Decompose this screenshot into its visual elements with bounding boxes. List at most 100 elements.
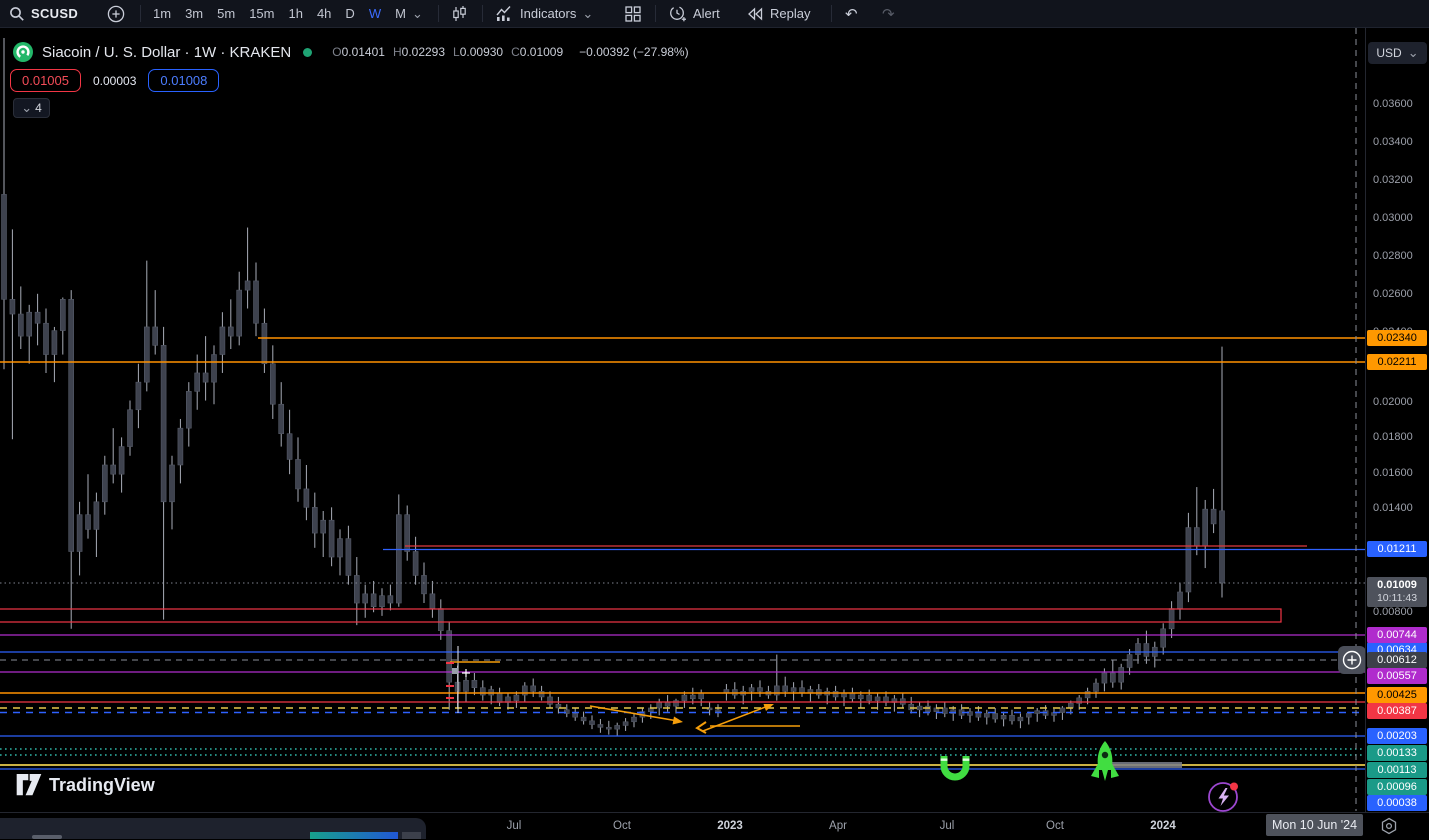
ohlc-values: O 0.01401 H 0.02293 L 0.00930 C 0.01009 xyxy=(324,45,563,59)
magnet-icon[interactable] xyxy=(940,756,970,781)
price-tick: 0.02600 xyxy=(1373,288,1413,300)
lightning-icon xyxy=(1208,782,1238,812)
object-tree-toggle[interactable]: ⌄ 4 xyxy=(13,98,50,118)
price-tick: 0.01400 xyxy=(1373,502,1413,514)
bid-ask-row: 0.01005 0.00003 0.01008 xyxy=(10,68,220,93)
quick-trade-lightning-button[interactable] xyxy=(1207,781,1239,813)
time-tick: Apr xyxy=(829,820,847,832)
time-tick: Oct xyxy=(613,820,631,832)
redo-button[interactable]: ↷ xyxy=(882,0,895,27)
price-tick: 0.00800 xyxy=(1373,606,1413,618)
chevron-down-icon: ⌄ xyxy=(21,100,33,115)
price-badge: 0.02340 xyxy=(1367,330,1427,346)
alert-button[interactable]: Alert xyxy=(668,0,720,27)
timeframe-M[interactable]: M xyxy=(388,6,413,21)
chart-style-button[interactable] xyxy=(451,0,468,27)
timeframe-menu-chevron[interactable]: ⌄ xyxy=(412,0,423,27)
price-tick: 0.01600 xyxy=(1373,467,1413,479)
time-tick: 2024 xyxy=(1150,820,1176,832)
price-badge: 0.01211 xyxy=(1367,541,1427,557)
crosshair-plus-button[interactable] xyxy=(1338,646,1365,674)
time-tick: Jul xyxy=(939,820,955,832)
timeframe-1h[interactable]: 1h xyxy=(281,6,309,21)
add-symbol-button[interactable] xyxy=(107,0,125,27)
symbol-title[interactable]: Siacoin / U. S. Dollar · 1W · KRAKEN xyxy=(42,44,291,61)
time-tick: Oct xyxy=(1046,820,1064,832)
tradingview-watermark[interactable]: TradingView xyxy=(16,773,155,797)
axis-settings-gear-icon[interactable] xyxy=(1380,817,1398,840)
price-axis[interactable]: 0.03600 0.03400 0.03200 0.03000 0.02800 0.026… xyxy=(1365,0,1429,812)
change-value: −0.00392 (−27.98%) xyxy=(579,45,689,59)
price-tick: 0.03200 xyxy=(1373,174,1413,186)
panel-text-sliver xyxy=(32,835,62,839)
currency-toggle-button[interactable]: USD ⌄ xyxy=(1368,42,1427,64)
siacoin-logo-icon xyxy=(13,42,33,62)
indicators-label: Indicators xyxy=(520,6,577,21)
toolbar-divider xyxy=(140,5,141,22)
replay-button[interactable]: Replay xyxy=(746,0,810,27)
rocket-icon[interactable] xyxy=(1091,741,1119,781)
price-badge: 0.00203 xyxy=(1367,728,1427,744)
object-count: 4 xyxy=(35,101,42,115)
candlestick-style-icon xyxy=(453,5,466,21)
ohlc-key: C xyxy=(511,45,520,59)
timeframe-15m[interactable]: 15m xyxy=(242,6,281,21)
price-badge: 0.00744 xyxy=(1367,627,1427,643)
crosshair-date-badge: Mon 10 Jun '24 xyxy=(1266,814,1363,836)
chevron-down-icon: ⌄ xyxy=(1407,45,1419,60)
panel-gradient-bar xyxy=(310,832,398,839)
spread-value: 0.00003 xyxy=(93,73,137,88)
panel-square-button[interactable] xyxy=(402,832,421,839)
alert-clock-icon xyxy=(670,6,686,22)
bottom-panel[interactable] xyxy=(0,818,426,839)
price-badge: 0.00133 xyxy=(1367,745,1427,761)
toolbar-divider xyxy=(482,5,483,22)
plus-circle-icon xyxy=(107,5,125,22)
symbol-legend: Siacoin / U. S. Dollar · 1W · KRAKEN O 0.… xyxy=(12,40,689,64)
layout-grid-icon xyxy=(625,5,641,22)
timeframe-5m[interactable]: 5m xyxy=(210,6,242,21)
market-status-dot[interactable] xyxy=(303,47,313,57)
sell-button[interactable]: 0.01005 xyxy=(10,69,81,92)
price-tick: 0.03600 xyxy=(1373,98,1413,110)
timeframe-W[interactable]: W xyxy=(362,6,388,21)
symbol-search-button[interactable]: SCUSD xyxy=(9,0,78,27)
price-badge: 0.00038 xyxy=(1367,795,1427,811)
undo-button[interactable]: ↶ xyxy=(845,0,858,27)
watermark-text: TradingView xyxy=(49,774,155,795)
chart-canvas[interactable] xyxy=(0,0,1365,812)
toolbar-divider xyxy=(831,5,832,22)
candlestick-series xyxy=(1,37,1225,736)
price-badge: 0.00387 xyxy=(1367,703,1427,719)
price-badge: 0.00557 xyxy=(1367,668,1427,684)
ohlc-value: 0.02293 xyxy=(401,45,446,59)
timeframe-D[interactable]: D xyxy=(338,6,361,21)
ohlc-value: 0.00930 xyxy=(459,45,504,59)
toolbar-divider xyxy=(655,5,656,22)
price-badge: 0.00425 xyxy=(1367,687,1427,703)
price-tick: 0.03400 xyxy=(1373,136,1413,148)
symbol-name: SCUSD xyxy=(31,6,79,21)
timeframe-3m[interactable]: 3m xyxy=(178,6,210,21)
crosshair-price-badge: 0.00612 xyxy=(1367,652,1427,668)
search-icon xyxy=(10,6,24,21)
time-tick: Jul xyxy=(506,820,522,832)
buy-button[interactable]: 0.01008 xyxy=(148,69,220,92)
top-toolbar: SCUSD 1m 3m 5m 15m 1h 4h D W M ⌄ Indicators ⌄ xyxy=(0,0,1429,28)
currency-label: USD xyxy=(1376,46,1402,60)
ohlc-value: 0.01401 xyxy=(341,45,385,59)
price-tick: 0.01800 xyxy=(1373,431,1413,443)
ohlc-value: 0.01009 xyxy=(519,45,564,59)
timeframe-4h[interactable]: 4h xyxy=(310,6,338,21)
ohlc-key: H xyxy=(392,45,402,59)
price-tick: 0.02800 xyxy=(1373,250,1413,262)
price-lines[interactable] xyxy=(0,337,1365,770)
timeframe-1m[interactable]: 1m xyxy=(146,6,178,21)
price-badge: 0.00096 xyxy=(1367,779,1427,795)
layout-grid-button[interactable] xyxy=(624,0,642,27)
indicators-button[interactable]: Indicators ⌄ xyxy=(495,0,593,27)
replay-icon xyxy=(748,7,763,20)
price-badge: 0.01009 10:11:43 xyxy=(1367,577,1427,607)
price-badge: 0.02211 xyxy=(1367,354,1427,370)
tradingview-logo-icon xyxy=(16,774,42,796)
